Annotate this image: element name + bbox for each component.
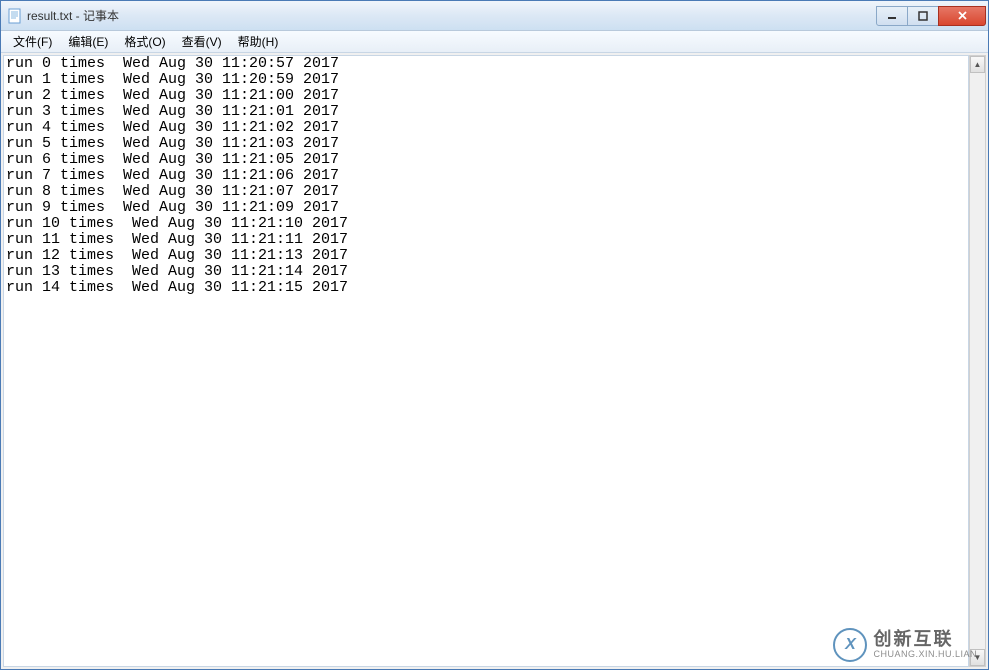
scroll-down-button[interactable]: ▼	[970, 649, 985, 666]
menu-file[interactable]: 文件(F)	[5, 31, 60, 52]
scroll-up-button[interactable]: ▲	[970, 56, 985, 73]
window-controls	[877, 6, 986, 26]
titlebar[interactable]: result.txt - 记事本	[1, 1, 988, 31]
menu-view[interactable]: 查看(V)	[174, 31, 230, 52]
menu-edit[interactable]: 编辑(E)	[60, 31, 116, 52]
notepad-icon	[7, 8, 23, 24]
minimize-button[interactable]	[876, 6, 908, 26]
menu-help[interactable]: 帮助(H)	[230, 31, 287, 52]
content-wrapper: run 0 times Wed Aug 30 11:20:57 2017 run…	[1, 53, 988, 669]
notepad-window: result.txt - 记事本 文件(F) 编辑(E) 格式(O) 查看(V)…	[0, 0, 989, 670]
menu-format[interactable]: 格式(O)	[116, 31, 173, 52]
close-button[interactable]	[938, 6, 986, 26]
window-title: result.txt - 记事本	[27, 7, 877, 24]
scroll-track[interactable]	[970, 73, 985, 649]
menubar: 文件(F) 编辑(E) 格式(O) 查看(V) 帮助(H)	[1, 31, 988, 53]
text-area[interactable]: run 0 times Wed Aug 30 11:20:57 2017 run…	[3, 55, 969, 667]
maximize-button[interactable]	[907, 6, 939, 26]
vertical-scrollbar[interactable]: ▲ ▼	[969, 55, 986, 667]
